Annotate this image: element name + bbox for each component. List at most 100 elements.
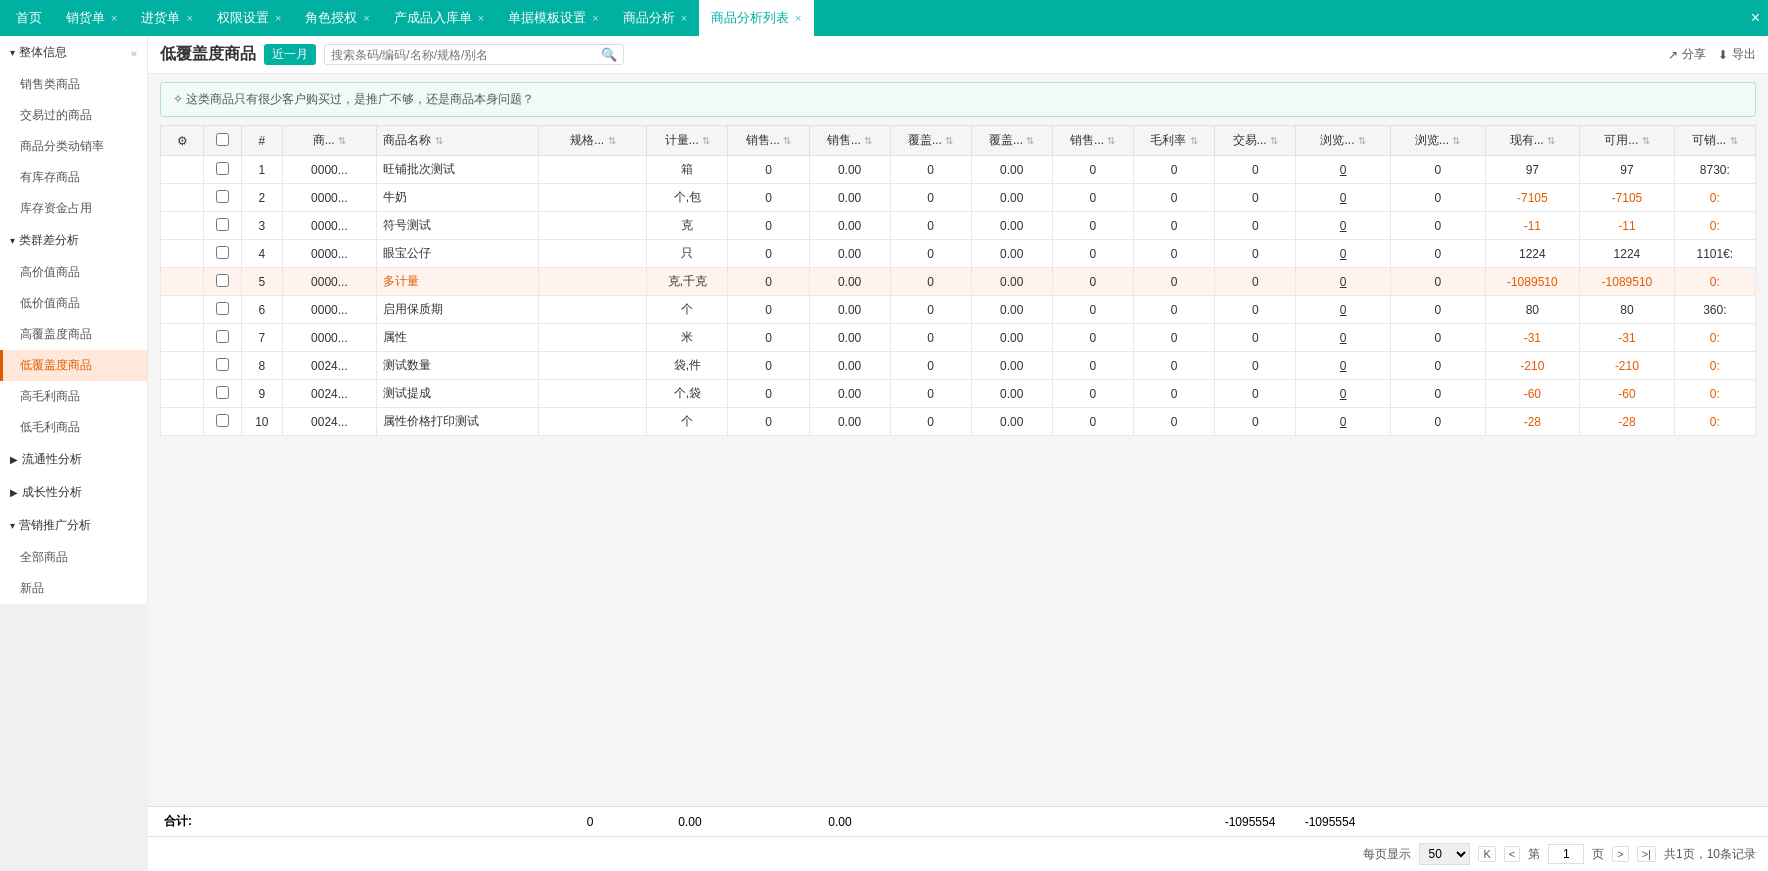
close-tab-goods-analysis-list[interactable]: × [795,12,801,24]
close-tab-perms[interactable]: × [275,12,281,24]
cell-check[interactable] [204,352,242,380]
cell-browse-cnt[interactable]: 0 [1296,352,1391,380]
row-checkbox[interactable] [216,190,229,203]
sidebar-section-marketing[interactable]: ▾ 营销推广分析 [0,509,147,542]
cell-check[interactable] [204,380,242,408]
sidebar-item-new-goods[interactable]: 新品 [0,573,147,604]
next-page-button[interactable]: > [1612,846,1628,862]
browse-cnt-link[interactable]: 0 [1340,415,1347,429]
row-checkbox[interactable] [216,358,229,371]
search-input[interactable] [331,48,601,62]
sidebar-section-circulation[interactable]: ▶ 流通性分析 [0,443,147,476]
col-header-avail-inv[interactable]: 可用... ⇅ [1580,126,1675,156]
col-header-cover-cnt[interactable]: 覆盖... ⇅ [890,126,971,156]
col-header-sellable[interactable]: 可销... ⇅ [1674,126,1755,156]
col-header-gross[interactable]: 毛利率 ⇅ [1133,126,1215,156]
cell-check[interactable] [204,240,242,268]
cell-browse-cnt[interactable]: 0 [1296,212,1391,240]
close-tab-goods-analysis[interactable]: × [681,12,687,24]
cell-browse-cnt[interactable]: 0 [1296,296,1391,324]
col-header-name[interactable]: 商品名称 ⇅ [377,126,539,156]
close-tab-roles[interactable]: × [363,12,369,24]
sidebar-item-low-value[interactable]: 低价值商品 [0,288,147,319]
cell-name[interactable]: 多计量 [377,268,539,296]
cell-name[interactable]: 启用保质期 [377,296,539,324]
nav-tab-roles[interactable]: 角色授权 × [293,0,381,36]
browse-cnt-link[interactable]: 0 [1340,387,1347,401]
browse-cnt-link[interactable]: 0 [1340,163,1347,177]
close-tab-sales[interactable]: × [111,12,117,24]
cell-name[interactable]: 测试提成 [377,380,539,408]
nav-tab-warehouse[interactable]: 产成品入库单 × [382,0,496,36]
sidebar-item-low-coverage[interactable]: 低覆盖度商品 [0,350,147,381]
sidebar-item-all-goods[interactable]: 全部商品 [0,542,147,573]
cell-name[interactable]: 符号测试 [377,212,539,240]
row-checkbox[interactable] [216,162,229,175]
row-checkbox[interactable] [216,246,229,259]
sidebar-item-low-profit[interactable]: 低毛利商品 [0,412,147,443]
col-header-settings[interactable]: ⚙ [161,126,204,156]
sidebar-section-growth[interactable]: ▶ 成长性分析 [0,476,147,509]
share-button[interactable]: ↗ 分享 [1668,46,1706,63]
sidebar-item-stocked-goods[interactable]: 有库存商品 [0,162,147,193]
cell-name[interactable]: 眼宝公仔 [377,240,539,268]
col-header-sales-amt[interactable]: 销售... ⇅ [809,126,890,156]
sidebar-item-high-coverage[interactable]: 高覆盖度商品 [0,319,147,350]
cell-check[interactable] [204,324,242,352]
close-tab-purchase[interactable]: × [186,12,192,24]
nav-tab-template[interactable]: 单据模板设置 × [496,0,610,36]
first-page-button[interactable]: K [1478,846,1495,862]
sidebar-collapse-icon[interactable]: « [131,47,137,59]
browse-cnt-link[interactable]: 0 [1340,219,1347,233]
browse-cnt-link[interactable]: 0 [1340,331,1347,345]
col-header-browse-cnt[interactable]: 浏览... ⇅ [1296,126,1391,156]
row-checkbox[interactable] [216,386,229,399]
col-header-check[interactable] [204,126,242,156]
cell-name[interactable]: 属性 [377,324,539,352]
row-checkbox[interactable] [216,330,229,343]
sidebar-item-high-value[interactable]: 高价值商品 [0,257,147,288]
browse-cnt-link[interactable]: 0 [1340,247,1347,261]
cell-browse-cnt[interactable]: 0 [1296,268,1391,296]
col-header-trans[interactable]: 交易... ⇅ [1215,126,1296,156]
col-header-browse-rate[interactable]: 浏览... ⇅ [1390,126,1485,156]
cell-check[interactable] [204,156,242,184]
browse-cnt-link[interactable]: 0 [1340,275,1347,289]
col-header-unit[interactable]: 计量... ⇅ [647,126,728,156]
browse-cnt-link[interactable]: 0 [1340,191,1347,205]
nav-tab-home[interactable]: 首页 [4,0,54,36]
sidebar-item-sales-goods[interactable]: 销售类商品 [0,69,147,100]
cell-browse-cnt[interactable]: 0 [1296,240,1391,268]
cell-browse-cnt[interactable]: 0 [1296,324,1391,352]
sidebar-item-traded-goods[interactable]: 交易过的商品 [0,100,147,131]
cell-check[interactable] [204,212,242,240]
col-header-code[interactable]: 商... ⇅ [282,126,377,156]
col-header-cover-rate[interactable]: 覆盖... ⇅ [971,126,1052,156]
prev-page-button[interactable]: < [1504,846,1520,862]
last-page-button[interactable]: >| [1637,846,1656,862]
row-checkbox[interactable] [216,414,229,427]
per-page-select[interactable]: 50 10 20 100 [1419,843,1470,865]
col-header-now-inv[interactable]: 现有... ⇅ [1485,126,1580,156]
sidebar-item-high-profit[interactable]: 高毛利商品 [0,381,147,412]
cell-check[interactable] [204,268,242,296]
col-header-sales-days[interactable]: 销售... ⇅ [1052,126,1133,156]
cell-check[interactable] [204,296,242,324]
col-header-sales-cnt[interactable]: 销售... ⇅ [728,126,809,156]
close-all-tabs[interactable]: × [1751,9,1760,27]
cell-name[interactable]: 牛奶 [377,184,539,212]
nav-tab-purchase[interactable]: 进货单 × [129,0,204,36]
cell-browse-cnt[interactable]: 0 [1296,184,1391,212]
nav-tab-perms[interactable]: 权限设置 × [205,0,293,36]
cell-browse-cnt[interactable]: 0 [1296,408,1391,436]
nav-tab-goods-analysis[interactable]: 商品分析 × [611,0,699,36]
row-checkbox[interactable] [216,302,229,315]
page-input[interactable] [1548,844,1584,864]
row-checkbox[interactable] [216,218,229,231]
cell-name[interactable]: 旺铺批次测试 [377,156,539,184]
nav-tab-goods-analysis-list[interactable]: 商品分析列表 × [699,0,813,36]
close-tab-template[interactable]: × [592,12,598,24]
cell-check[interactable] [204,408,242,436]
sidebar-item-stock-capital[interactable]: 库存资金占用 [0,193,147,224]
cell-name[interactable]: 属性价格打印测试 [377,408,539,436]
